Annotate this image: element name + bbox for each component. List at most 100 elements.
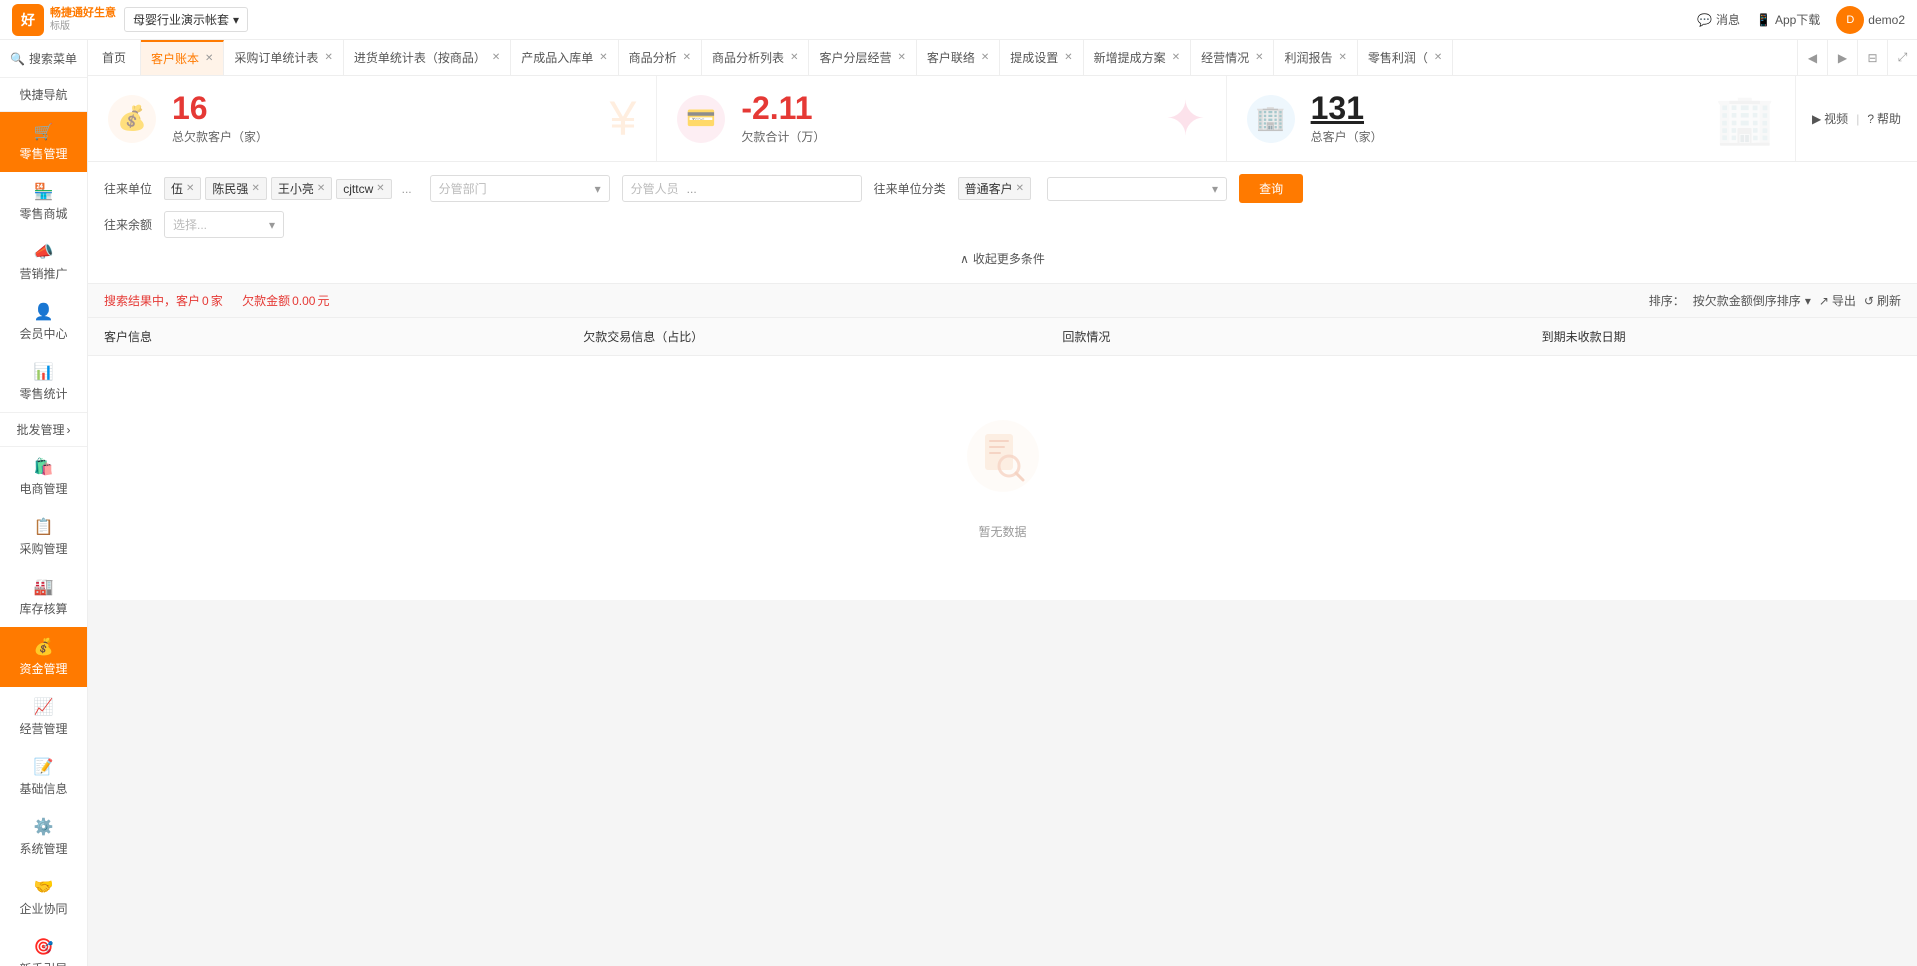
collapse-icon: ∧ (960, 252, 969, 266)
tab-customer-segment[interactable]: 客户分层经营 ✕ (809, 40, 916, 76)
tag-close-wu[interactable]: ✕ (186, 183, 194, 194)
sort-select[interactable]: 按欠款金额倒序排序 ▾ (1693, 292, 1811, 309)
tab-bar: 首页 客户账本 ✕ 采购订单统计表 ✕ 进货单统计表（按商品） ✕ 产成品入库单… (88, 40, 1917, 76)
filter-collapse-row: ∧ 收起更多条件 (104, 246, 1901, 271)
sidebar-item-new-guide[interactable]: 🎯 新手引导 (0, 927, 87, 966)
stat-bg-icon-2: ✦ (1165, 91, 1205, 147)
content-area: 首页 客户账本 ✕ 采购订单统计表 ✕ 进货单统计表（按商品） ✕ 产成品入库单… (88, 40, 1917, 966)
tab-customer-contact[interactable]: 客户联络 ✕ (917, 40, 1000, 76)
tab-retail-profit[interactable]: 零售利润（ ✕ (1358, 40, 1453, 76)
sidebar-item-retail-mgmt[interactable]: 🛒 零售管理 (0, 112, 87, 172)
tab-close-operation-status[interactable]: ✕ (1255, 52, 1263, 63)
tab-close-retail-profit[interactable]: ✕ (1434, 52, 1442, 63)
tag-close-cj[interactable]: ✕ (376, 183, 384, 194)
logo-text: 畅捷通好生意 标版 (50, 6, 116, 33)
help-button[interactable]: ? 帮助 (1867, 110, 1901, 127)
tab-new-achievement[interactable]: 新增提成方案 ✕ (1084, 40, 1191, 76)
sidebar-item-wholesale[interactable]: 批发管理 › (0, 413, 87, 446)
sidebar-group-retail: 🛒 零售管理 🏪 零售商城 📣 营销推广 👤 会员中心 📊 零售统计 (0, 112, 87, 413)
tab-purchase-stats[interactable]: 采购订单统计表 ✕ (224, 40, 343, 76)
dept-select[interactable]: 分管部门 ▾ (430, 175, 610, 202)
tab-close-reminder-settings[interactable]: ✕ (1064, 52, 1072, 63)
app-download-button[interactable]: 📱 App下载 (1756, 11, 1820, 28)
tab-close-incoming-stats[interactable]: ✕ (492, 52, 500, 63)
sidebar-item-inventory[interactable]: 🏭 库存核算 (0, 567, 87, 627)
overdue-amount-icon: 💳 (677, 95, 725, 143)
sidebar-item-member-center[interactable]: 👤 会员中心 (0, 292, 87, 352)
sidebar-item-purchase[interactable]: 📋 采购管理 (0, 507, 87, 567)
message-button[interactable]: 💬 消息 (1697, 11, 1740, 28)
sidebar-item-system[interactable]: ⚙️ 系统管理 (0, 807, 87, 867)
tab-controls: ◀ ▶ ⊟ ⤢ (1797, 40, 1917, 76)
video-help-button[interactable]: ▶ 视频 (1812, 110, 1848, 127)
tab-close-profit-report[interactable]: ✕ (1339, 52, 1347, 63)
table-area: 客户信息 欠款交易信息（占比） 回款情况 到期未收款日期 (88, 318, 1917, 600)
remaining-label: 往来余额 (104, 216, 152, 233)
tag-close-wang[interactable]: ✕ (317, 183, 325, 194)
refresh-button[interactable]: ↺ 刷新 (1864, 292, 1901, 309)
tab-product-analysis[interactable]: 商品分析 ✕ (619, 40, 702, 76)
person-select[interactable]: 分管人员 ... (622, 175, 862, 202)
tab-menu-button[interactable]: ⊟ (1857, 40, 1887, 76)
tab-close-customer-contact[interactable]: ✕ (981, 52, 989, 63)
sidebar-item-basic-info[interactable]: 📝 基础信息 (0, 747, 87, 807)
export-button[interactable]: ↗ 导出 (1819, 292, 1856, 309)
retail-mall-icon: 🏪 (34, 182, 54, 202)
store-selector[interactable]: 母婴行业演示帐套 ▾ (124, 7, 248, 32)
sidebar-item-enterprise[interactable]: 🤝 企业协同 (0, 867, 87, 927)
stat-bg-icon-3: 🏢 (1715, 90, 1775, 147)
tab-product-storage[interactable]: 产成品入库单 ✕ (511, 40, 618, 76)
th-overdue-info: 欠款交易信息（占比） (583, 328, 1062, 345)
total-customers-value: 131 (1311, 92, 1383, 124)
sidebar-item-operation[interactable]: 📈 经营管理 (0, 687, 87, 747)
remaining-select[interactable]: 选择... ▾ (164, 211, 284, 238)
unit-type-tags: 普通客户 ✕ (958, 177, 1031, 200)
tab-close-product-storage[interactable]: ✕ (599, 52, 607, 63)
tab-profit-report[interactable]: 利润报告 ✕ (1274, 40, 1357, 76)
filter-tag-wu: 伍 ✕ (164, 177, 201, 200)
tab-close-customer-capital[interactable]: ✕ (205, 53, 213, 64)
sidebar-item-ecommerce[interactable]: 🛍️ 电商管理 (0, 447, 87, 507)
tag-close-chen[interactable]: ✕ (251, 183, 259, 194)
sidebar-item-finance[interactable]: 💰 资金管理 (0, 627, 87, 687)
tab-incoming-stats[interactable]: 进货单统计表（按商品） ✕ (344, 40, 511, 76)
unit-type-arrow-icon: ▾ (1212, 182, 1218, 196)
sidebar-item-marketing[interactable]: 📣 营销推广 (0, 232, 87, 292)
sidebar: 🔍 搜索菜单 快捷导航 🛒 零售管理 🏪 零售商城 📣 营销推广 👤 会员中心 (0, 40, 88, 966)
fullscreen-button[interactable]: ⤢ (1887, 40, 1917, 76)
sidebar-item-retail-stats[interactable]: 📊 零售统计 (0, 352, 87, 412)
tab-operation-status[interactable]: 经营情况 ✕ (1191, 40, 1274, 76)
tab-product-analysis-list[interactable]: 商品分析列表 ✕ (702, 40, 809, 76)
search-button[interactable]: 查询 (1239, 174, 1303, 203)
enterprise-icon: 🤝 (34, 877, 54, 897)
search-menu-button[interactable]: 🔍 搜索菜单 (0, 40, 87, 78)
tab-home[interactable]: 首页 (88, 40, 141, 76)
quick-nav-button[interactable]: 快捷导航 (0, 78, 87, 112)
sort-arrow-icon: ▾ (1805, 294, 1811, 308)
sidebar-group-wholesale: 批发管理 › (0, 413, 87, 447)
tab-prev-button[interactable]: ◀ (1797, 40, 1827, 76)
filter-row-1: 往来单位 伍 ✕ 陈民强 ✕ 王小亮 ✕ (104, 174, 1901, 203)
tag-close-normal[interactable]: ✕ (1016, 183, 1024, 194)
unit-type-select[interactable]: ▾ (1047, 177, 1227, 201)
th-repayment: 回款情况 (1062, 328, 1541, 345)
tab-close-new-achievement[interactable]: ✕ (1172, 52, 1180, 63)
tab-close-purchase-stats[interactable]: ✕ (324, 52, 332, 63)
tab-reminder-settings[interactable]: 提成设置 ✕ (1000, 40, 1083, 76)
unit-type-label: 往来单位分类 (874, 180, 946, 197)
tab-customer-capital[interactable]: 客户账本 ✕ (141, 40, 224, 76)
empty-icon (963, 416, 1043, 511)
top-bar: 好 畅捷通好生意 标版 母婴行业演示帐套 ▾ 💬 消息 📱 App下载 D de… (0, 0, 1917, 40)
tab-close-product-analysis[interactable]: ✕ (683, 52, 691, 63)
chevron-right-icon: › (67, 423, 71, 437)
sidebar-item-retail-mall[interactable]: 🏪 零售商城 (0, 172, 87, 232)
user-profile[interactable]: D demo2 (1836, 6, 1905, 34)
refresh-icon: ↺ (1864, 294, 1874, 308)
filter-more-units[interactable]: ... (396, 180, 418, 198)
remaining-arrow-icon: ▾ (269, 218, 275, 232)
help-icon: ? (1867, 112, 1874, 126)
tab-close-customer-segment[interactable]: ✕ (897, 52, 905, 63)
tab-next-button[interactable]: ▶ (1827, 40, 1857, 76)
tab-close-product-analysis-list[interactable]: ✕ (790, 52, 798, 63)
collapse-button[interactable]: ∧ 收起更多条件 (952, 246, 1053, 271)
